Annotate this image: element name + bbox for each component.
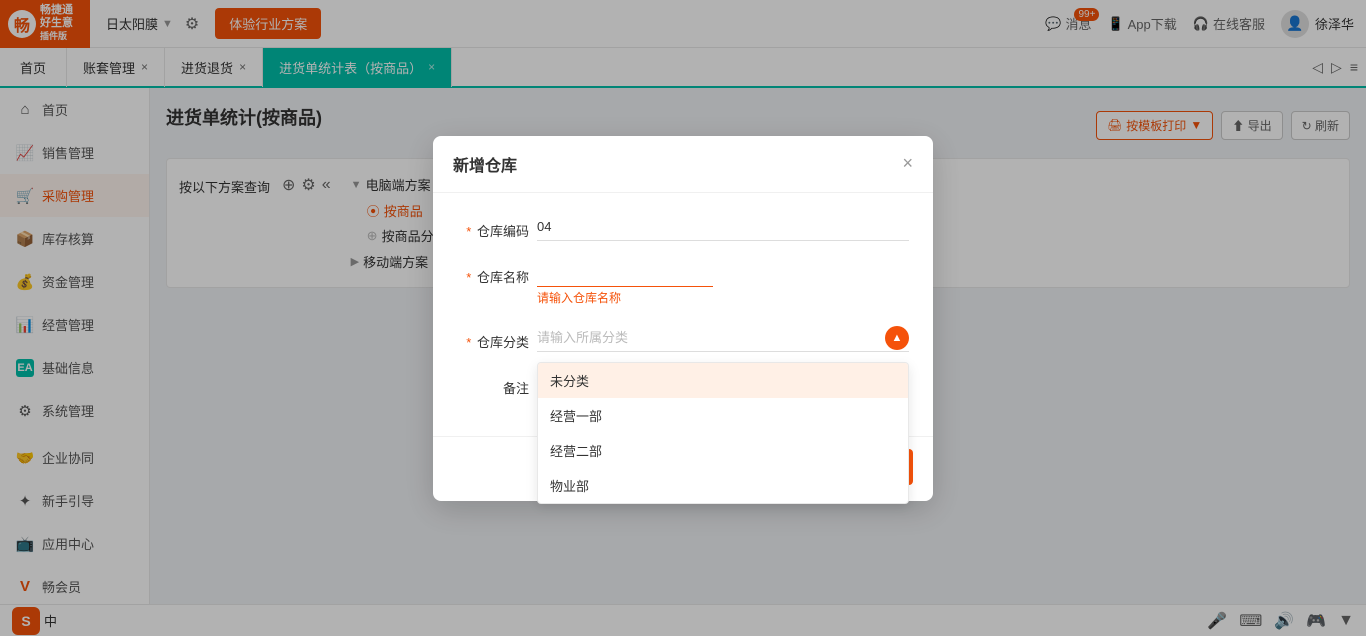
category-input[interactable]	[537, 324, 909, 352]
category-label: * 仓库分类	[457, 324, 537, 351]
category-dropdown-list: 未分类 经营一部 经营二部 物业部	[537, 362, 909, 504]
dropdown-arrow-icon[interactable]: ▲	[885, 326, 909, 350]
code-input[interactable]	[537, 213, 909, 241]
category-dropdown-wrapper: ▲ 未分类 经营一部 经营二部 物业部	[537, 324, 909, 352]
note-label: 备注	[457, 370, 537, 397]
name-label-text: 仓库名称	[477, 270, 529, 285]
dropdown-item-dept1[interactable]: 经营一部	[538, 398, 908, 433]
category-field-row: * 仓库分类 ▲ 未分类 经营一部 经营二部 物业部	[457, 324, 909, 352]
modal-overlay[interactable]: 新增仓库 × * 仓库编码 * 仓库名称	[0, 0, 1366, 636]
category-label-text: 仓库分类	[477, 335, 529, 350]
dropdown-item-dept2[interactable]: 经营二部	[538, 433, 908, 468]
code-label: * 仓库编码	[457, 213, 537, 240]
name-input[interactable]	[537, 259, 713, 287]
note-label-text: 备注	[503, 381, 529, 396]
modal-close-button[interactable]: ×	[902, 153, 913, 174]
code-required-star: *	[466, 224, 471, 239]
category-required-star: *	[466, 335, 471, 350]
new-warehouse-modal: 新增仓库 × * 仓库编码 * 仓库名称	[433, 136, 933, 501]
name-field-row: * 仓库名称 请输入仓库名称	[457, 259, 909, 306]
modal-header: 新增仓库 ×	[433, 136, 933, 193]
code-label-text: 仓库编码	[477, 224, 529, 239]
code-field-row: * 仓库编码	[457, 213, 909, 241]
modal-body: * 仓库编码 * 仓库名称 请输入仓库名称 *	[433, 193, 933, 436]
modal-title: 新增仓库	[453, 152, 517, 176]
dropdown-item-uncategorized[interactable]: 未分类	[538, 363, 908, 398]
name-required-star: *	[466, 270, 471, 285]
name-label: * 仓库名称	[457, 259, 537, 286]
name-error-msg: 请输入仓库名称	[537, 289, 621, 306]
dropdown-item-property[interactable]: 物业部	[538, 468, 908, 503]
